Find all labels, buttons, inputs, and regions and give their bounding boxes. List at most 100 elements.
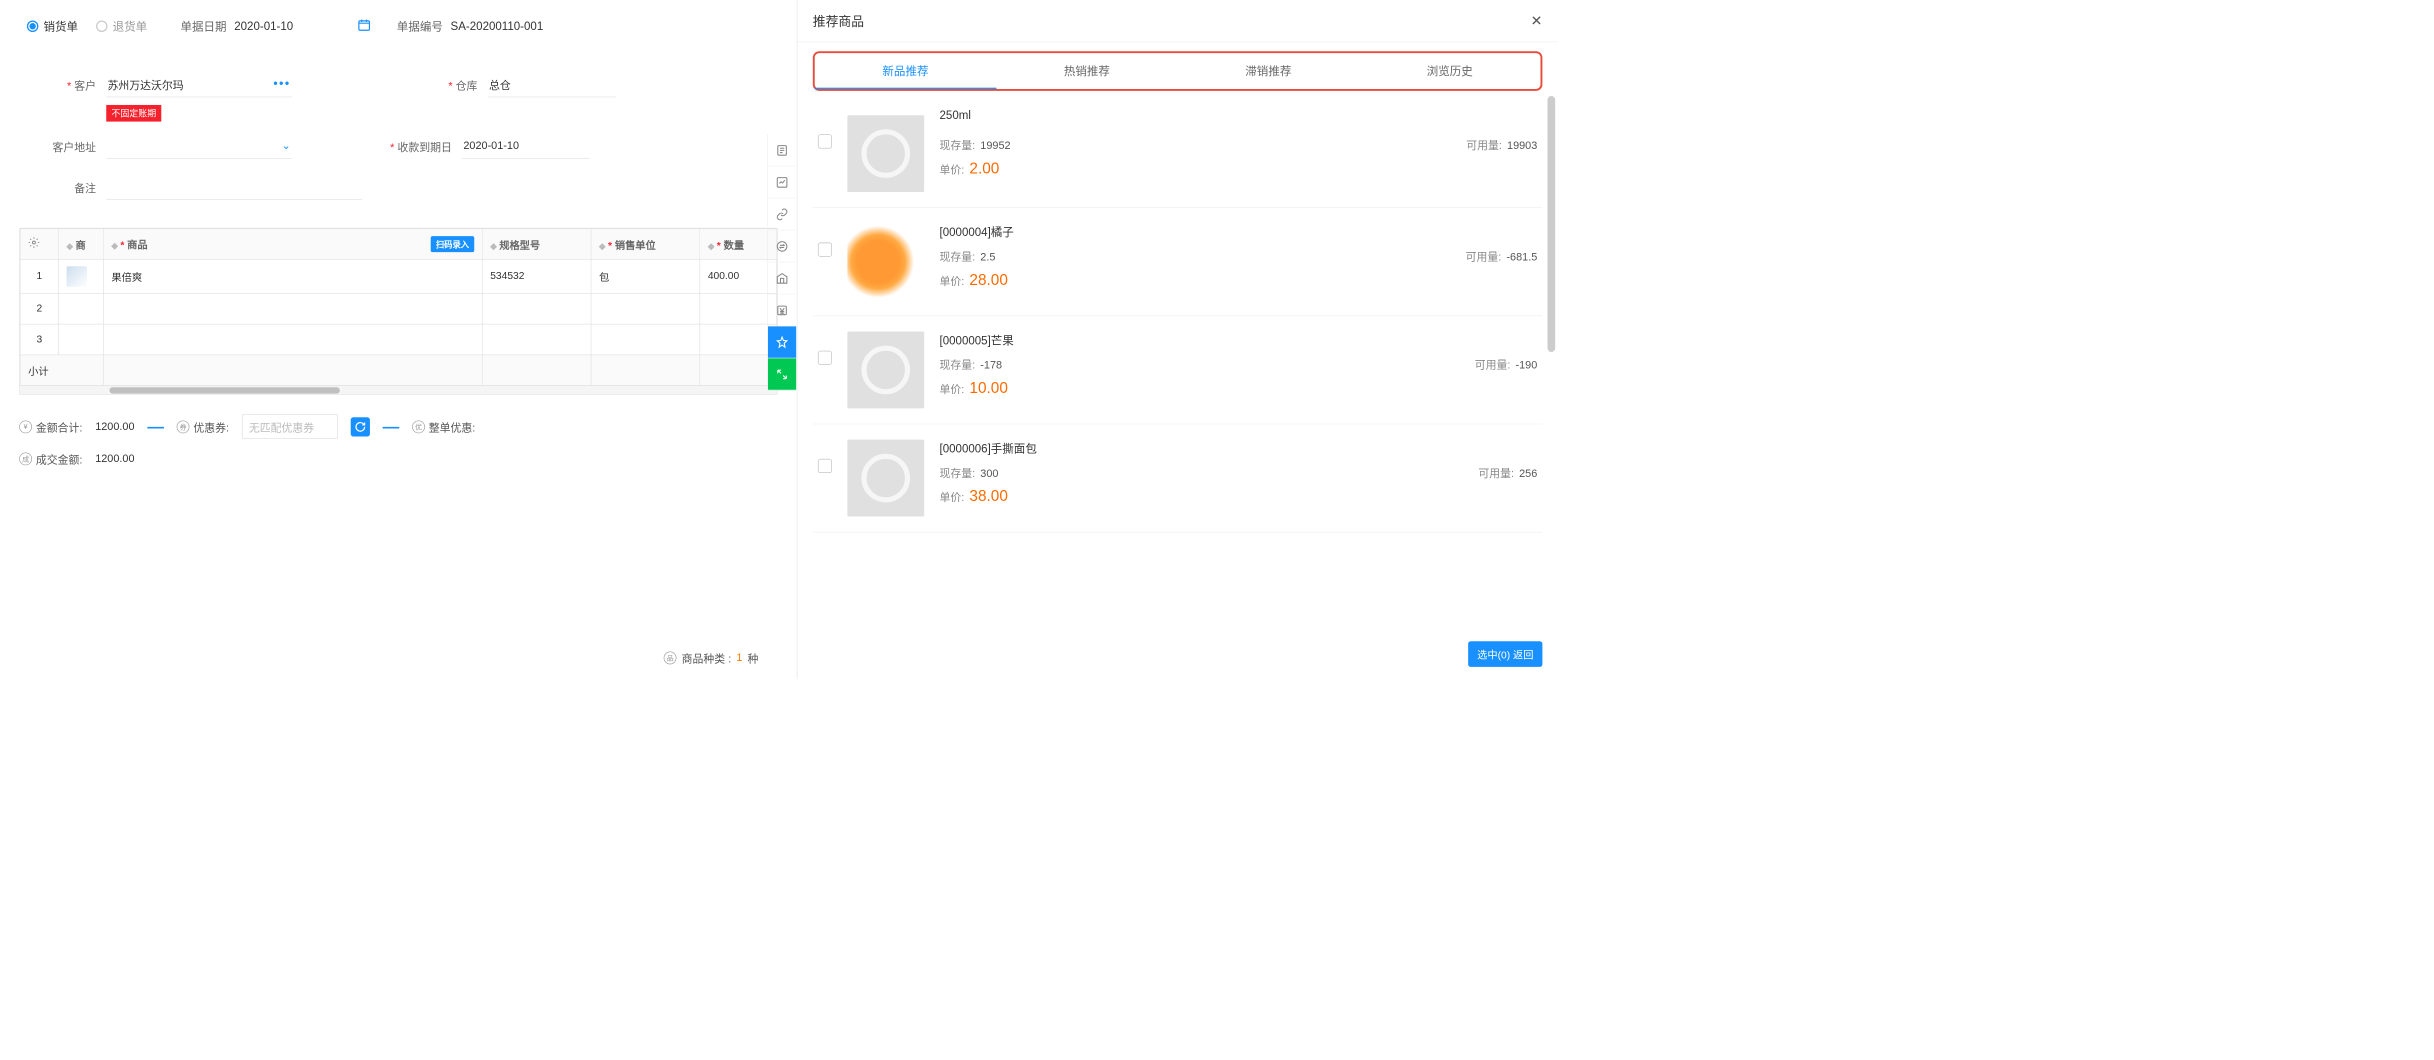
avail-label: 可用量: xyxy=(1466,140,1502,152)
field-value: 2020-01-10 xyxy=(234,20,349,33)
stock-label: 现存量: xyxy=(940,359,976,371)
coupon-input[interactable]: 无匹配优惠券 xyxy=(242,414,338,439)
col-qty[interactable]: ◆* 数量 xyxy=(700,229,777,260)
cell-goods[interactable]: 果倍爽 xyxy=(103,260,482,294)
toolbar-currency-icon[interactable] xyxy=(768,294,796,326)
cell-spec[interactable] xyxy=(482,324,591,355)
tab-slow-recommend[interactable]: 滞销推荐 xyxy=(1178,53,1359,89)
horizontal-scrollbar[interactable] xyxy=(20,385,777,394)
address-field[interactable]: 客户地址 ⌄ xyxy=(26,133,292,159)
radio-icon xyxy=(27,20,39,32)
toolbar-favorite-icon[interactable] xyxy=(768,326,796,358)
chevron-down-icon[interactable]: ⌄ xyxy=(281,139,290,152)
avail-value: 19903 xyxy=(1507,140,1537,152)
product-thumbnail xyxy=(847,223,924,300)
row-number: 3 xyxy=(20,324,58,355)
tab-browse-history[interactable]: 浏览历史 xyxy=(1359,53,1540,89)
deal-amount-label: 成成交金额: xyxy=(19,451,82,467)
yen-icon: ¥ xyxy=(19,420,32,433)
footer-summary: 品 商品种类 : 1 种 xyxy=(664,650,759,666)
product-thumbnail xyxy=(847,440,924,517)
product-checkbox[interactable] xyxy=(818,459,832,473)
calendar-icon[interactable] xyxy=(357,18,371,35)
deal-amount-value: 1200.00 xyxy=(95,452,134,465)
price-value: 2.00 xyxy=(969,160,999,177)
stock-value: 19952 xyxy=(980,140,1010,152)
scan-input-badge[interactable]: 扫码录入 xyxy=(431,236,475,252)
ticket-icon: 券 xyxy=(177,420,190,433)
cell-goods[interactable] xyxy=(103,293,482,324)
toolbar-chart-icon[interactable] xyxy=(768,166,796,198)
cell-thumb xyxy=(59,260,104,294)
product-row[interactable]: [0000004]橘子现存量:2.5可用量:-681.5单价:28.00 xyxy=(813,208,1543,316)
product-row[interactable]: [0000006]手撕面包现存量:300可用量:256单价:38.00 xyxy=(813,424,1543,532)
product-list[interactable]: 250ml 现存量: 19952 可用量: 19903 单价: 2.00 [0000004]橘… xyxy=(797,100,1557,679)
product-checkbox[interactable] xyxy=(818,134,832,148)
due-date-field[interactable]: 收款到期日 2020-01-10 xyxy=(381,133,590,159)
toolbar-expand-icon[interactable] xyxy=(768,358,796,390)
product-name: 250ml xyxy=(940,109,1538,122)
product-checkbox[interactable] xyxy=(818,243,832,257)
price-label: 单价: xyxy=(940,492,965,504)
table-row[interactable]: 1果倍爽534532包400.00 xyxy=(20,260,776,294)
goods-kind-label: 商品种类 : xyxy=(682,650,732,666)
col-goods[interactable]: ◆* 商品扫码录入 xyxy=(103,229,482,260)
customer-field[interactable]: 客户 苏州万达沃尔玛 ••• xyxy=(26,72,292,98)
toolbar-link-icon[interactable] xyxy=(768,198,796,230)
product-row[interactable]: 250ml现存量:19952可用量:19903单价:2.00 xyxy=(813,100,1543,208)
toolbar-swap-icon[interactable] xyxy=(768,230,796,262)
table-row[interactable]: 3 xyxy=(20,324,776,355)
field-label: 客户地址 xyxy=(26,138,96,154)
grid-header-row: ◆商 ◆* 商品扫码录入 ◆规格型号 ◆* 销售单位 ◆* 数量 xyxy=(20,229,776,260)
ellipsis-icon[interactable]: ••• xyxy=(273,77,290,92)
stock-value: -178 xyxy=(980,359,1002,371)
refresh-coupon-button[interactable] xyxy=(351,417,370,436)
product-checkbox[interactable] xyxy=(818,351,832,365)
table-row[interactable]: 2 xyxy=(20,293,776,324)
cell-spec[interactable] xyxy=(482,293,591,324)
radio-icon xyxy=(96,20,108,32)
order-header: 销货单 退货单 单据日期 2020-01-10 单据编号 SA-20200110… xyxy=(19,13,777,40)
col-goods-short[interactable]: ◆商 xyxy=(59,229,104,260)
goods-kind-suffix: 种 xyxy=(748,650,759,666)
cell-spec[interactable]: 534532 xyxy=(482,260,591,294)
toolbar-warehouse-icon[interactable] xyxy=(768,262,796,294)
vertical-scrollbar[interactable] xyxy=(1548,96,1556,352)
stock-value: 2.5 xyxy=(980,251,995,263)
stock-label: 现存量: xyxy=(940,140,976,152)
col-spec[interactable]: ◆规格型号 xyxy=(482,229,591,260)
remark-field[interactable]: 备注 xyxy=(26,174,363,200)
tab-new-recommend[interactable]: 新品推荐 xyxy=(815,53,996,89)
cell-qty[interactable] xyxy=(700,293,777,324)
close-icon[interactable]: ✕ xyxy=(1531,12,1543,29)
cell-thumb xyxy=(59,293,104,324)
tab-hot-recommend[interactable]: 热销推荐 xyxy=(996,53,1177,89)
col-unit[interactable]: ◆* 销售单位 xyxy=(591,229,700,260)
cell-unit[interactable] xyxy=(591,293,700,324)
avail-value: 256 xyxy=(1519,467,1537,479)
avail-value: -190 xyxy=(1516,359,1538,371)
product-row[interactable]: [0000005]芒果现存量:-178可用量:-190单价:10.00 xyxy=(813,316,1543,424)
tab-sales-order[interactable]: 销货单 xyxy=(27,18,78,35)
amount-total-label: ¥金额合计: xyxy=(19,419,82,435)
cell-goods[interactable] xyxy=(103,324,482,355)
grid-settings-header[interactable] xyxy=(20,229,58,260)
avail-label: 可用量: xyxy=(1466,251,1502,263)
doc-date-field[interactable]: 单据日期 2020-01-10 xyxy=(180,18,371,35)
product-name: [0000004]橘子 xyxy=(940,223,1538,240)
cell-thumb xyxy=(59,324,104,355)
minus-icon: — xyxy=(147,417,164,437)
cell-unit[interactable]: 包 xyxy=(591,260,700,294)
cell-qty[interactable] xyxy=(700,324,777,355)
selected-return-button[interactable]: 选中(0) 返回 xyxy=(1468,641,1542,667)
avail-value: -681.5 xyxy=(1506,251,1537,263)
cell-qty[interactable]: 400.00 xyxy=(700,260,777,294)
cell-unit[interactable] xyxy=(591,324,700,355)
stock-label: 现存量: xyxy=(940,251,976,263)
field-value: SA-20200110-001 xyxy=(451,20,566,33)
toolbar-notes-icon[interactable] xyxy=(768,134,796,166)
warehouse-field[interactable]: 仓库 总仓 xyxy=(407,72,616,98)
field-value: 总仓 xyxy=(489,76,511,92)
doc-number-field: 单据编号 SA-20200110-001 xyxy=(397,18,566,35)
tab-return-order[interactable]: 退货单 xyxy=(96,18,147,35)
